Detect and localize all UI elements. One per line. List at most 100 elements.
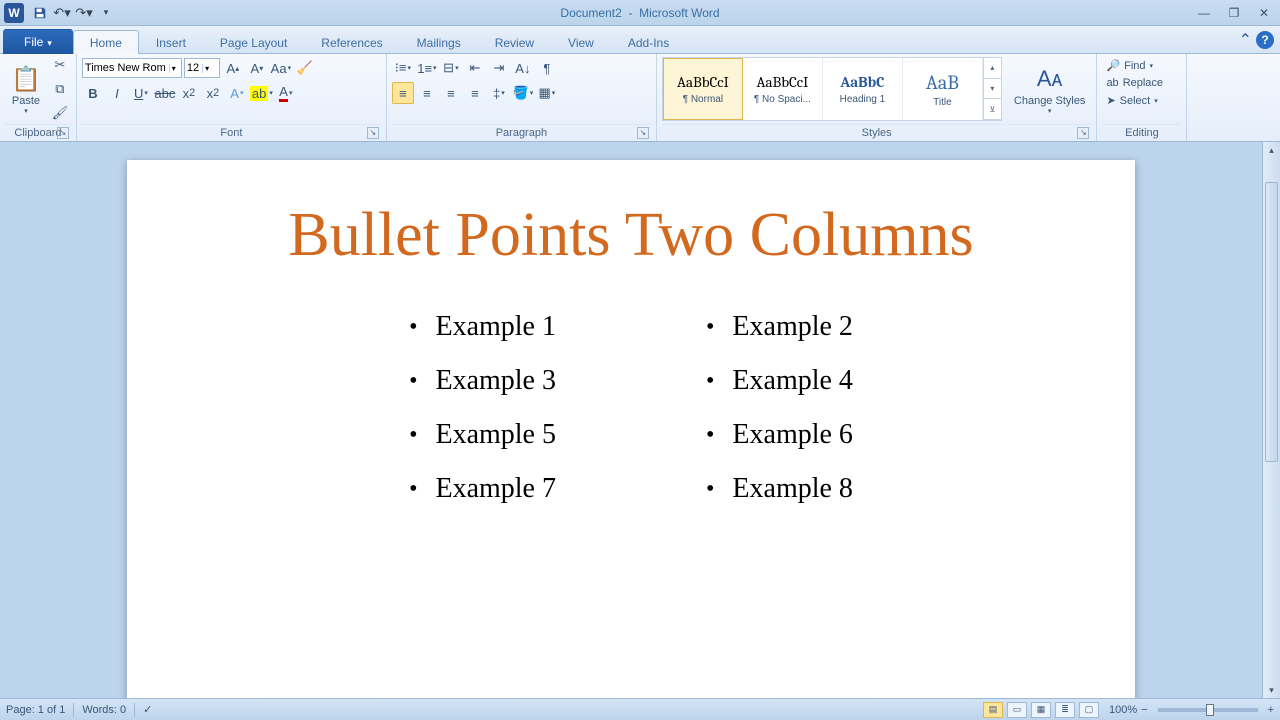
subscript-button[interactable]: x2 — [178, 82, 200, 104]
zoom-out-icon[interactable]: − — [1141, 704, 1147, 716]
cut-icon[interactable]: ✂ — [49, 54, 71, 76]
font-launcher-icon[interactable]: ↘ — [367, 127, 379, 139]
draft-view-icon[interactable]: ▢ — [1079, 702, 1099, 718]
font-size-combo[interactable]: 12▾ — [184, 58, 220, 78]
style-title[interactable]: AaBTitle — [903, 58, 983, 120]
decrease-indent-icon[interactable]: ⇤ — [464, 57, 486, 79]
print-layout-view-icon[interactable]: ▤ — [983, 702, 1003, 718]
minimize-ribbon-icon[interactable]: ⌃ — [1239, 30, 1252, 50]
clipboard-launcher-icon[interactable]: ↘ — [57, 127, 69, 139]
increase-indent-icon[interactable]: ⇥ — [488, 57, 510, 79]
page-status[interactable]: Page: 1 of 1 — [6, 704, 65, 716]
list-item: Example 7 — [409, 473, 556, 505]
format-painter-icon[interactable]: 🖌 — [49, 102, 71, 124]
align-left-icon[interactable]: ≡ — [392, 82, 414, 104]
numbering-icon[interactable]: 1≡▾ — [416, 57, 438, 79]
styles-launcher-icon[interactable]: ↘ — [1077, 127, 1089, 139]
tab-mailings[interactable]: Mailings — [400, 30, 478, 54]
tab-addins[interactable]: Add-Ins — [611, 30, 686, 54]
font-name-combo[interactable]: Times New Rom▾ — [82, 58, 182, 78]
text-effects-icon[interactable]: A▾ — [226, 82, 248, 104]
vertical-scrollbar[interactable]: ▴ ▾ — [1262, 142, 1280, 698]
help-icon[interactable]: ? — [1256, 31, 1274, 49]
change-styles-button[interactable]: Aᴀ Change Styles▾ — [1008, 61, 1092, 117]
zoom-slider[interactable] — [1158, 708, 1258, 712]
borders-icon[interactable]: ▦▾ — [536, 82, 558, 104]
group-paragraph: ⁝≡▾ 1≡▾ ⊟▾ ⇤ ⇥ A↓ ¶ ≡ ≡ ≡ ≡ ‡▾ 🪣▾ ▦▾ Par… — [387, 54, 657, 141]
restore-icon[interactable]: ❐ — [1222, 4, 1246, 22]
change-styles-icon: Aᴀ — [1037, 63, 1063, 95]
grow-font-icon[interactable]: A▴ — [222, 57, 244, 79]
qat-customize-icon[interactable]: ▾ — [96, 3, 116, 23]
sort-icon[interactable]: A↓ — [512, 57, 534, 79]
strikethrough-button[interactable]: abc — [154, 82, 176, 104]
web-layout-view-icon[interactable]: ▦ — [1031, 702, 1051, 718]
select-icon: ➤ — [1106, 94, 1115, 107]
word-count[interactable]: Words: 0 — [82, 704, 126, 716]
list-item: Example 4 — [706, 365, 853, 397]
clear-formatting-icon[interactable]: 🧹 — [294, 57, 316, 79]
scroll-up-icon[interactable]: ▴ — [1263, 142, 1280, 158]
select-button[interactable]: ➤Select ▾ — [1102, 92, 1181, 109]
style-nospacing[interactable]: AaBbCcI¶ No Spaci... — [743, 58, 823, 120]
justify-icon[interactable]: ≡ — [464, 82, 486, 104]
right-column: Example 2 Example 4 Example 6 Example 8 — [706, 311, 853, 527]
change-case-icon[interactable]: Aa▾ — [270, 57, 292, 79]
list-item: Example 2 — [706, 311, 853, 343]
ribbon-tabs: File Home Insert Page Layout References … — [0, 26, 1280, 54]
line-spacing-icon[interactable]: ‡▾ — [488, 82, 510, 104]
paragraph-launcher-icon[interactable]: ↘ — [637, 127, 649, 139]
styles-label: Styles↘ — [662, 124, 1092, 141]
paste-button[interactable]: 📋 Paste▾ — [5, 61, 47, 117]
proofing-icon[interactable]: ✓ — [143, 703, 152, 716]
tab-file[interactable]: File — [3, 29, 73, 54]
zoom-level[interactable]: 100% — [1109, 704, 1137, 716]
font-color-icon[interactable]: A▾ — [275, 82, 297, 104]
list-item: Example 8 — [706, 473, 853, 505]
multilevel-list-icon[interactable]: ⊟▾ — [440, 57, 462, 79]
fullscreen-view-icon[interactable]: ▭ — [1007, 702, 1027, 718]
style-normal[interactable]: AaBbCcI¶ Normal — [663, 58, 743, 120]
superscript-button[interactable]: x2 — [202, 82, 224, 104]
gallery-up-icon[interactable]: ▴ — [984, 58, 1001, 79]
save-icon[interactable] — [30, 3, 50, 23]
gallery-more-icon[interactable]: ⊻ — [984, 99, 1001, 120]
shrink-font-icon[interactable]: A▾ — [246, 57, 268, 79]
highlight-icon[interactable]: ab▾ — [250, 82, 273, 104]
tab-references[interactable]: References — [304, 30, 399, 54]
bullets-icon[interactable]: ⁝≡▾ — [392, 57, 414, 79]
tab-pagelayout[interactable]: Page Layout — [203, 30, 304, 54]
show-marks-icon[interactable]: ¶ — [536, 57, 558, 79]
gallery-down-icon[interactable]: ▾ — [984, 79, 1001, 100]
minimize-icon[interactable]: — — [1192, 4, 1216, 22]
replace-icon: ab — [1106, 77, 1118, 89]
document-page[interactable]: Bullet Points Two Columns Example 1 Exam… — [127, 160, 1135, 698]
outline-view-icon[interactable]: ≣ — [1055, 702, 1075, 718]
status-bar: Page: 1 of 1 Words: 0 ✓ ▤ ▭ ▦ ≣ ▢ 100% −… — [0, 698, 1280, 720]
style-heading1[interactable]: AaBbCHeading 1 — [823, 58, 903, 120]
replace-button[interactable]: abReplace — [1102, 75, 1181, 91]
tab-review[interactable]: Review — [478, 30, 551, 54]
tab-home[interactable]: Home — [73, 30, 139, 54]
undo-icon[interactable]: ↶▾ — [52, 3, 72, 23]
zoom-in-icon[interactable]: + — [1268, 704, 1274, 716]
tab-insert[interactable]: Insert — [139, 30, 203, 54]
scrollbar-thumb[interactable] — [1265, 182, 1278, 462]
ribbon: 📋 Paste▾ ✂ ⧉ 🖌 Clipboard↘ Times New Rom▾… — [0, 54, 1280, 142]
redo-icon[interactable]: ↷▾ — [74, 3, 94, 23]
italic-button[interactable]: I — [106, 82, 128, 104]
bold-button[interactable]: B — [82, 82, 104, 104]
align-center-icon[interactable]: ≡ — [416, 82, 438, 104]
left-column: Example 1 Example 3 Example 5 Example 7 — [409, 311, 556, 527]
close-icon[interactable]: ✕ — [1252, 4, 1276, 22]
tab-view[interactable]: View — [551, 30, 611, 54]
align-right-icon[interactable]: ≡ — [440, 82, 462, 104]
underline-button[interactable]: U▾ — [130, 82, 152, 104]
copy-icon[interactable]: ⧉ — [49, 78, 71, 100]
shading-icon[interactable]: 🪣▾ — [512, 82, 534, 104]
find-button[interactable]: 🔎Find ▾ — [1102, 57, 1181, 74]
clipboard-label: Clipboard↘ — [5, 124, 71, 141]
word-app-icon: W — [4, 3, 24, 23]
group-font: Times New Rom▾ 12▾ A▴ A▾ Aa▾ 🧹 B I U▾ ab… — [77, 54, 387, 141]
scroll-down-icon[interactable]: ▾ — [1263, 682, 1280, 698]
